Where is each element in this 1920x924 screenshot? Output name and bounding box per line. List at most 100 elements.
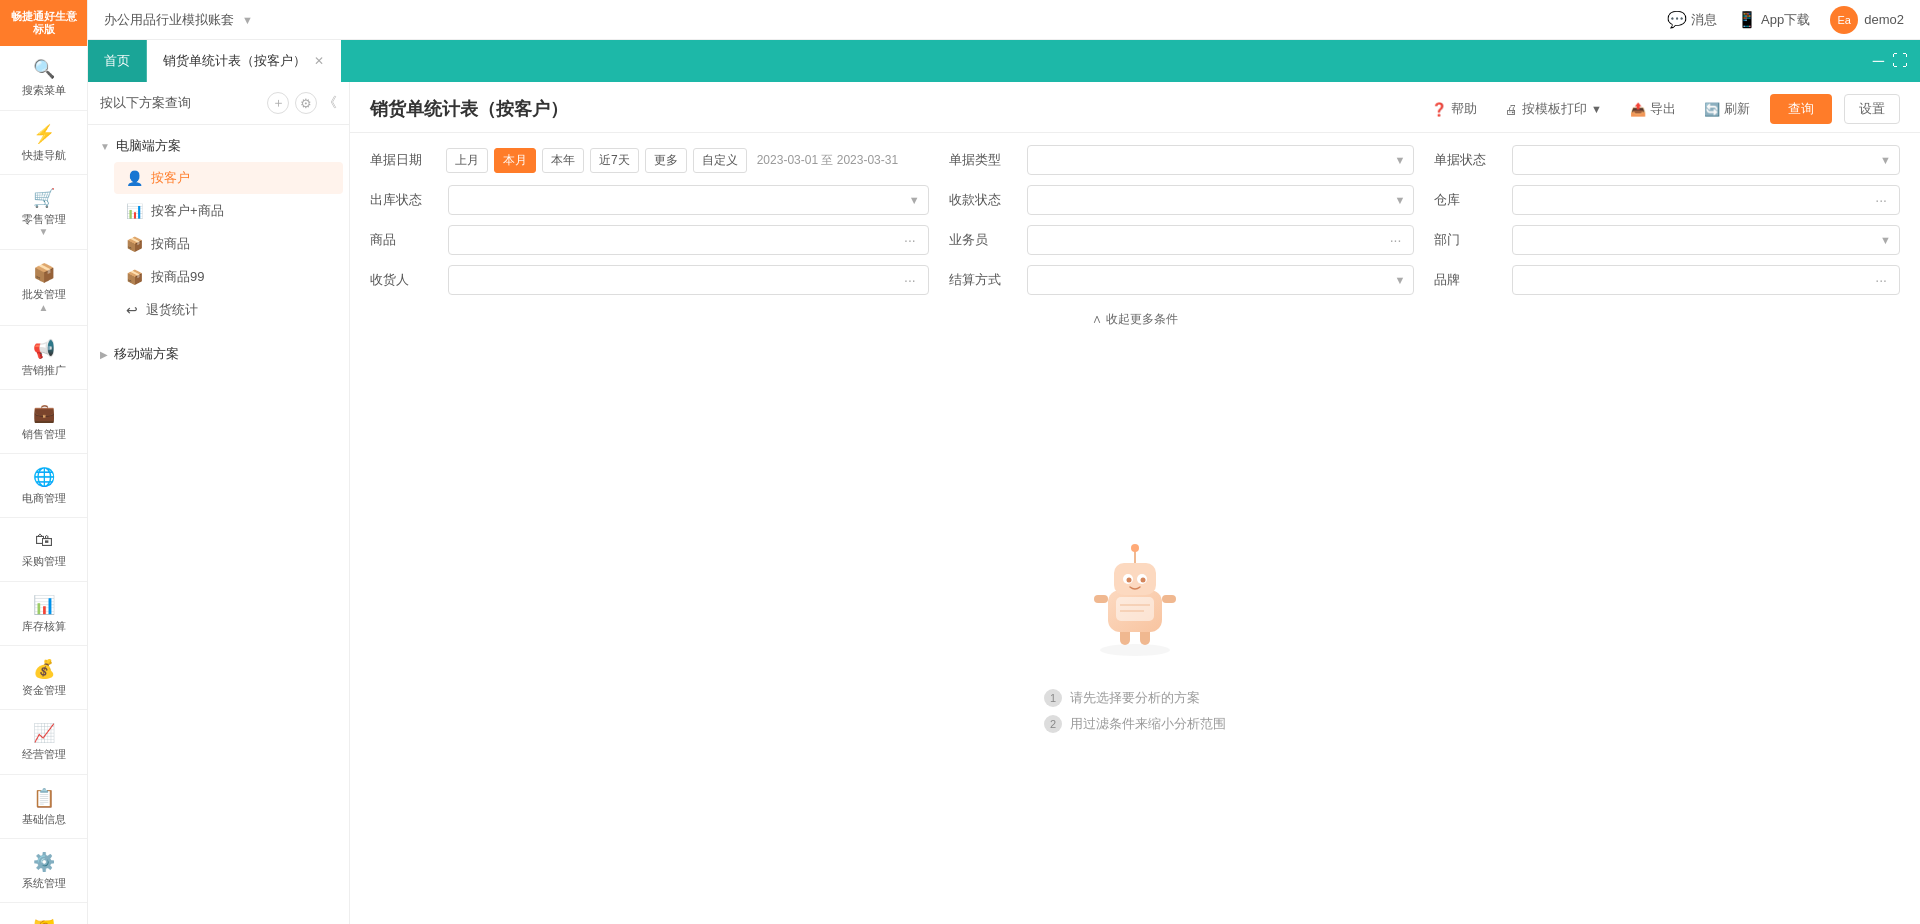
date-btn-custom[interactable]: 自定义: [693, 148, 747, 173]
content-area: 按以下方案查询 ＋ ⚙ 《 ▼ 电脑端方案 👤 按客户: [88, 82, 1920, 924]
department-label: 部门: [1434, 231, 1504, 249]
stockstatus-select[interactable]: ▼: [448, 185, 929, 215]
salesperson-input[interactable]: ···: [1027, 225, 1415, 255]
goods-icon: 📦: [126, 236, 143, 252]
sidebar-item-marketing[interactable]: 📢 营销推广: [0, 326, 87, 390]
tab-home[interactable]: 首页: [88, 40, 147, 82]
top-bar-left: 办公用品行业模拟账套 ▼: [104, 11, 253, 29]
date-btn-thismonth[interactable]: 本月: [494, 148, 536, 173]
tip-num-2: 2: [1044, 715, 1062, 733]
doctype-select[interactable]: ▼: [1027, 145, 1415, 175]
sidebar-item-retail[interactable]: 🛒 零售管理 ▼: [0, 175, 87, 250]
sidebar-item-cooperation[interactable]: 🤝 企业协同: [0, 903, 87, 924]
app-download-btn[interactable]: 📱 App下载: [1737, 10, 1810, 29]
search-icon: 🔍: [33, 58, 55, 80]
sidebar-item-label: 资金管理: [22, 683, 66, 697]
empty-illustration: [1070, 535, 1200, 665]
collapse-filter-btn[interactable]: ∧ 收起更多条件: [370, 305, 1900, 334]
cooperation-icon: 🤝: [33, 915, 55, 924]
docstatus-select-arrow: ▼: [1880, 154, 1891, 166]
tree-child-customer[interactable]: 👤 按客户: [114, 162, 343, 194]
user-area[interactable]: Ea demo2: [1830, 6, 1904, 34]
retail-icon: 🛒: [33, 187, 55, 209]
tree-child-goods[interactable]: 📦 按商品: [114, 228, 343, 260]
sidebar-item-label: 批发管理: [22, 287, 66, 301]
svg-point-0: [1100, 644, 1170, 656]
goods-input[interactable]: ···: [448, 225, 929, 255]
goods-dots[interactable]: ···: [900, 232, 920, 248]
filter-col-brand: 品牌 ···: [1414, 265, 1900, 295]
tree-arrow-icon: ▼: [100, 141, 110, 152]
sidebar-item-label: 搜索菜单: [22, 83, 66, 97]
sidebar-item-sales[interactable]: 💼 销售管理: [0, 390, 87, 454]
help-label: 帮助: [1451, 100, 1477, 118]
tree-child-return[interactable]: ↩ 退货统计: [114, 294, 343, 326]
tab-minimize-btn[interactable]: ─: [1873, 52, 1884, 70]
sidebar-item-finance[interactable]: 💰 资金管理: [0, 646, 87, 710]
tip-num-1: 1: [1044, 689, 1062, 707]
payment-select[interactable]: ▼: [1027, 185, 1415, 215]
docstatus-label: 单据状态: [1434, 151, 1504, 169]
expand-icon: ▲: [39, 302, 49, 313]
sidebar-item-inventory[interactable]: 📊 库存核算: [0, 582, 87, 646]
right-panel: 销货单统计表（按客户） ❓ 帮助 🖨 按模板打印 ▼ 📤: [350, 82, 1920, 924]
print-btn[interactable]: 🖨 按模板打印 ▼: [1497, 96, 1610, 122]
sidebar-item-label: 快捷导航: [22, 148, 66, 162]
department-select[interactable]: ▼: [1512, 225, 1900, 255]
receiver-dots[interactable]: ···: [900, 272, 920, 288]
settlement-label: 结算方式: [949, 271, 1019, 289]
sidebar-item-ecommerce[interactable]: 🌐 电商管理: [0, 454, 87, 518]
brand-dots[interactable]: ···: [1871, 272, 1891, 288]
salesperson-label: 业务员: [949, 231, 1019, 249]
sidebar-item-operation[interactable]: 📈 经营管理: [0, 710, 87, 774]
tab-maximize-btn[interactable]: ⛶: [1892, 52, 1908, 70]
help-btn[interactable]: ❓ 帮助: [1423, 96, 1485, 122]
tab-active[interactable]: 销货单统计表（按客户） ✕: [147, 40, 341, 82]
industry-dropdown-icon[interactable]: ▼: [242, 14, 253, 26]
goods99-icon: 📦: [126, 269, 143, 285]
warehouse-dots[interactable]: ···: [1871, 192, 1891, 208]
brand-input[interactable]: ···: [1512, 265, 1900, 295]
page-actions: ❓ 帮助 🖨 按模板打印 ▼ 📤 导出 🔄: [1423, 94, 1900, 124]
settings-btn[interactable]: 设置: [1844, 94, 1900, 124]
query-btn[interactable]: 查询: [1770, 94, 1832, 124]
settlement-select[interactable]: ▼: [1027, 265, 1415, 295]
sidebar-item-search[interactable]: 🔍 搜索菜单: [0, 46, 87, 110]
salesperson-dots[interactable]: ···: [1386, 232, 1406, 248]
filter-col-settlement: 结算方式 ▼: [929, 265, 1415, 295]
expand-icon: ▼: [39, 226, 49, 237]
panel-title: 按以下方案查询: [100, 94, 191, 112]
tab-close-btn[interactable]: ✕: [314, 54, 324, 68]
tree-child-label: 按商品: [151, 235, 190, 253]
stockstatus-label: 出库状态: [370, 191, 440, 209]
sidebar-item-basic[interactable]: 📋 基础信息: [0, 775, 87, 839]
panel-collapse-btn[interactable]: 《: [323, 94, 337, 112]
sidebar-item-system[interactable]: ⚙️ 系统管理: [0, 839, 87, 903]
date-btn-more[interactable]: 更多: [645, 148, 687, 173]
tree-child-goods99[interactable]: 📦 按商品99: [114, 261, 343, 293]
tree-child-customer-goods[interactable]: 📊 按客户+商品: [114, 195, 343, 227]
date-btn-lastmonth[interactable]: 上月: [446, 148, 488, 173]
sidebar: 畅捷通好生意 标版 🔍 搜索菜单 ⚡ 快捷导航 🛒 零售管理 ▼ 📦 批发管理 …: [0, 0, 88, 924]
sidebar-item-wholesale[interactable]: 📦 批发管理 ▲: [0, 250, 87, 325]
payment-arrow: ▼: [1394, 194, 1405, 206]
sidebar-item-purchase[interactable]: 🛍 采购管理: [0, 518, 87, 581]
settings-scheme-btn[interactable]: ⚙: [295, 92, 317, 114]
message-btn[interactable]: 💬 消息: [1667, 10, 1717, 29]
date-btn-7days[interactable]: 近7天: [590, 148, 639, 173]
add-scheme-btn[interactable]: ＋: [267, 92, 289, 114]
tree-parent-desktop[interactable]: ▼ 电脑端方案: [88, 131, 349, 161]
export-btn[interactable]: 📤 导出: [1622, 96, 1684, 122]
tip-text-1: 请先选择要分析的方案: [1070, 689, 1200, 707]
receiver-input[interactable]: ···: [448, 265, 929, 295]
refresh-btn[interactable]: 🔄 刷新: [1696, 96, 1758, 122]
tree-parent-mobile[interactable]: ▶ 移动端方案: [88, 339, 349, 369]
sidebar-item-nav[interactable]: ⚡ 快捷导航: [0, 111, 87, 175]
sales-icon: 💼: [33, 402, 55, 424]
docstatus-select[interactable]: ▼: [1512, 145, 1900, 175]
date-range-text: 2023-03-01 至 2023-03-31: [757, 152, 898, 169]
sidebar-item-label: 经营管理: [22, 747, 66, 761]
warehouse-input[interactable]: ···: [1512, 185, 1900, 215]
svg-rect-12: [1162, 595, 1176, 603]
date-btn-thisyear[interactable]: 本年: [542, 148, 584, 173]
